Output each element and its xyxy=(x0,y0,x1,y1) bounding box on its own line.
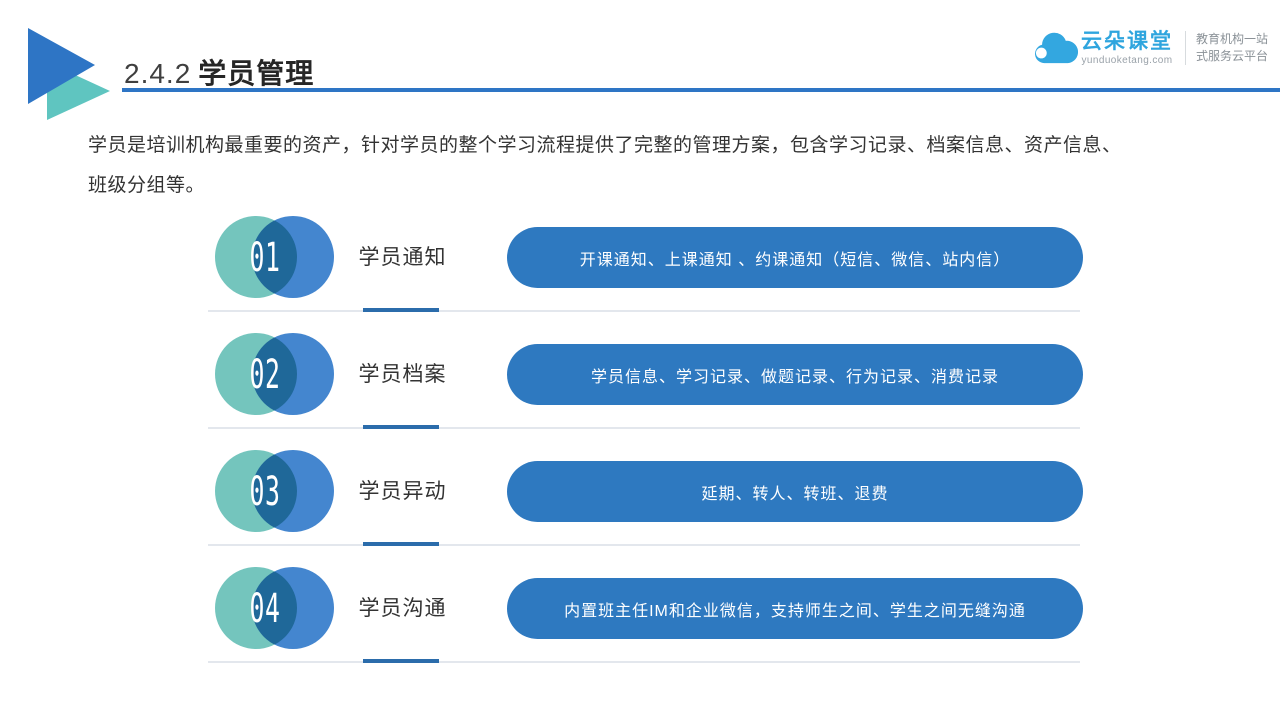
title-underline xyxy=(122,88,1280,92)
feature-row-4: 04 学员沟通 内置班主任IM和企业微信，支持师生之间、学生之间无缝沟通 xyxy=(200,551,1083,668)
slide: 2.4.2学员管理 云朵课堂 yunduoketang.com 教育机构一站 式… xyxy=(0,0,1280,720)
brand-logo: 云朵课堂 yunduoketang.com 教育机构一站 式服务云平台 xyxy=(1032,30,1268,66)
feature-row-2: 02 学员档案 学员信息、学习记录、做题记录、行为记录、消费记录 xyxy=(200,317,1083,434)
feature-row-3: 03 学员异动 延期、转人、转班、退费 xyxy=(200,434,1083,551)
row-description-pill: 学员信息、学习记录、做题记录、行为记录、消费记录 xyxy=(507,344,1083,405)
row-number: 03 xyxy=(237,471,293,513)
triangles-icon xyxy=(10,10,125,125)
row-divider-accent xyxy=(363,659,439,663)
feature-list: 01 学员通知 开课通知、上课通知 、约课通知（短信、微信、站内信） 02 学员… xyxy=(200,200,1083,668)
row-divider xyxy=(208,310,1080,312)
brand-name: 云朵课堂 xyxy=(1081,30,1173,54)
row-label: 学员异动 xyxy=(340,434,465,546)
row-number: 01 xyxy=(237,237,293,279)
cloud-icon xyxy=(1032,30,1078,66)
row-description-pill: 延期、转人、转班、退费 xyxy=(507,461,1083,522)
row-divider xyxy=(208,427,1080,429)
page-title: 2.4.2学员管理 xyxy=(124,52,314,92)
section-number: 2.4.2 xyxy=(124,58,191,89)
brand-divider xyxy=(1185,31,1186,65)
row-label: 学员通知 xyxy=(340,200,465,312)
row-description-pill: 开课通知、上课通知 、约课通知（短信、微信、站内信） xyxy=(507,227,1083,288)
brand-website: yunduoketang.com xyxy=(1082,55,1173,66)
row-number: 02 xyxy=(237,354,293,396)
row-divider-accent xyxy=(363,542,439,546)
row-divider xyxy=(208,661,1080,663)
row-divider-accent xyxy=(363,425,439,429)
row-description-pill: 内置班主任IM和企业微信，支持师生之间、学生之间无缝沟通 xyxy=(507,578,1083,639)
intro-paragraph: 学员是培训机构最重要的资产，针对学员的整个学习流程提供了完整的管理方案，包含学习… xyxy=(88,126,1218,206)
row-number: 04 xyxy=(237,588,293,630)
row-label: 学员档案 xyxy=(340,317,465,429)
brand-tagline: 教育机构一站 式服务云平台 xyxy=(1196,31,1268,65)
title-text: 学员管理 xyxy=(198,58,314,89)
row-label: 学员沟通 xyxy=(340,551,465,663)
row-divider xyxy=(208,544,1080,546)
feature-row-1: 01 学员通知 开课通知、上课通知 、约课通知（短信、微信、站内信） xyxy=(200,200,1083,317)
row-divider-accent xyxy=(363,308,439,312)
